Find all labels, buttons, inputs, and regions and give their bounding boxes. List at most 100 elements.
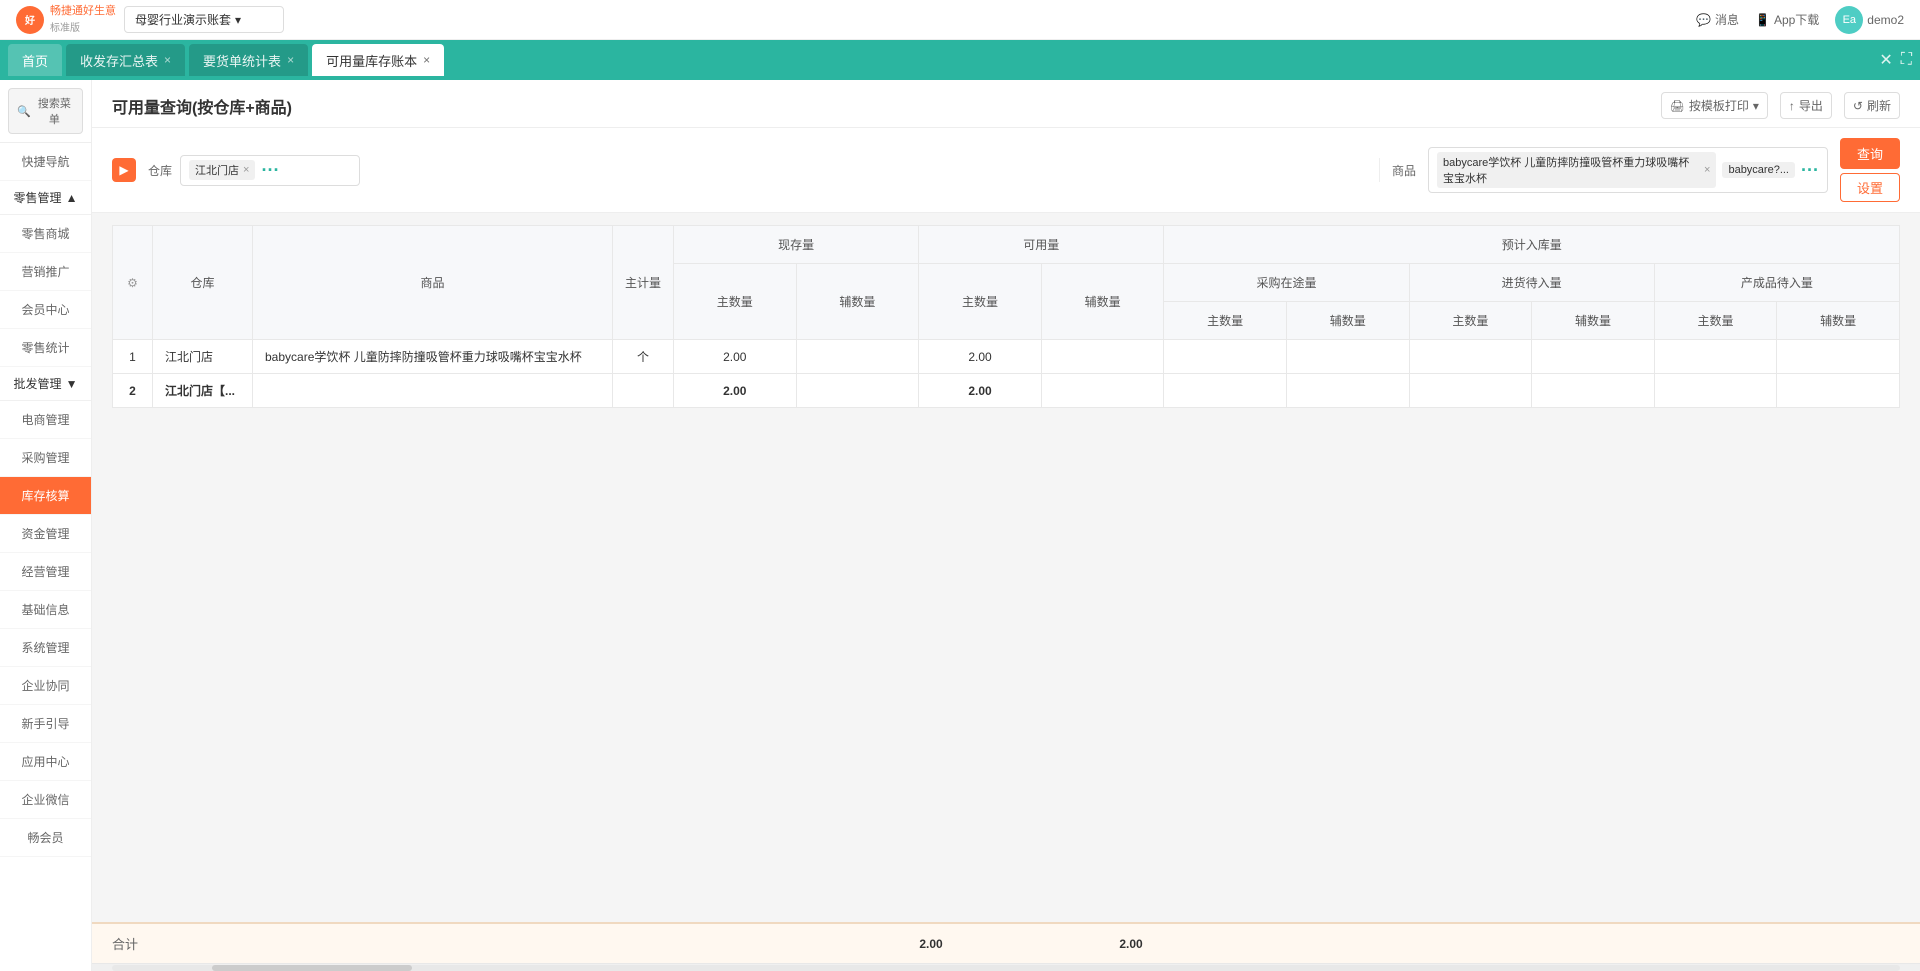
- tab-available-close[interactable]: ×: [423, 53, 430, 67]
- sidebar-marketing-label: 营销推广: [21, 265, 69, 279]
- sidebar-wholesale-label: 批发管理: [14, 375, 62, 392]
- footer-values: 2.00 2.00: [242, 937, 1900, 951]
- table-header-stock-aux: 辅数量: [796, 264, 919, 340]
- sidebar-item-basic-info[interactable]: 基础信息: [0, 591, 91, 629]
- tab-available-label: 可用量库存账本: [326, 51, 417, 70]
- tab-receivable-close[interactable]: ×: [164, 53, 171, 67]
- settings-btn[interactable]: 设置: [1840, 173, 1900, 202]
- nav-tabs: 首页 收发存汇总表 × 要货单统计表 × 可用量库存账本 × ✕ ⛶: [0, 40, 1920, 80]
- sidebar-item-member-center[interactable]: 会员中心: [0, 291, 91, 329]
- sidebar-item-system[interactable]: 系统管理: [0, 629, 91, 667]
- search-menu-btn[interactable]: 🔍 搜索菜单: [8, 88, 83, 134]
- query-btn[interactable]: 查询: [1840, 138, 1900, 169]
- table-header-avail-main: 主数量: [919, 264, 1042, 340]
- refresh-label: 刷新: [1867, 97, 1891, 114]
- product-tag-2: babycare?...: [1722, 162, 1795, 178]
- product-tag-1-close[interactable]: ×: [1704, 164, 1710, 176]
- page-header-actions: 🖨 按模板打印 ▾ ↑ 导出 ↺ 刷新: [1661, 92, 1900, 119]
- sidebar-item-quick-nav[interactable]: 快捷导航: [0, 143, 91, 181]
- filter-expand-btn[interactable]: ▶: [112, 158, 136, 182]
- warehouse-filter-more[interactable]: ···: [261, 160, 279, 181]
- export-label: 导出: [1799, 97, 1823, 114]
- sidebar-system-label: 系统管理: [21, 641, 69, 655]
- sidebar-item-retail-mall[interactable]: 零售商城: [0, 215, 91, 253]
- sidebar-item-enterprise-wechat[interactable]: 企业微信: [0, 781, 91, 819]
- table-header-product: 商品: [253, 226, 613, 340]
- export-btn[interactable]: ↑ 导出: [1780, 92, 1832, 119]
- row-purchase-main: [1164, 374, 1287, 408]
- logo-text: 畅捷通好生意: [50, 5, 116, 18]
- table-header-purchase-main: 主数量: [1164, 302, 1287, 340]
- row-product-main: [1654, 340, 1777, 374]
- sidebar-item-marketing[interactable]: 营销推广: [0, 253, 91, 291]
- phone-icon: 📱: [1755, 13, 1770, 27]
- table-col-settings[interactable]: ⚙: [113, 226, 153, 340]
- app-download-btn[interactable]: 📱 App下载: [1755, 11, 1819, 28]
- chevron-down-icon: ▾: [235, 13, 241, 27]
- close-all-tabs-btn[interactable]: ✕: [1879, 50, 1892, 70]
- footer-stock-main: 2.00: [871, 937, 991, 951]
- sidebar-item-wholesale-management[interactable]: 批发管理 ▼: [0, 367, 91, 401]
- horizontal-scrollbar[interactable]: [92, 963, 1920, 971]
- tab-order-label: 要货单统计表: [203, 51, 281, 70]
- industry-label: 母婴行业演示账套: [135, 11, 231, 28]
- table-header-inbound-pending: 进货待入量: [1409, 264, 1654, 302]
- print-template-btn[interactable]: 🖨 按模板打印 ▾: [1661, 92, 1768, 119]
- table-header-warehouse: 仓库: [153, 226, 253, 340]
- sidebar-search-area: 🔍 搜索菜单: [0, 80, 91, 143]
- sidebar-vip-label: 畅会员: [27, 831, 63, 845]
- sidebar-item-retail-stats[interactable]: 零售统计: [0, 329, 91, 367]
- export-icon: ↑: [1789, 99, 1795, 113]
- user-initials: Ea: [1843, 14, 1856, 26]
- table-header-product-main: 主数量: [1654, 302, 1777, 340]
- row-stock-main: 2.00: [674, 374, 797, 408]
- refresh-btn[interactable]: ↺ 刷新: [1844, 92, 1900, 119]
- tab-available-inventory[interactable]: 可用量库存账本 ×: [312, 44, 444, 76]
- scroll-thumb[interactable]: [212, 965, 412, 971]
- tab-order-stats[interactable]: 要货单统计表 ×: [189, 44, 308, 76]
- table-row: 2 江北门店【... 2.00 2.00: [113, 374, 1900, 408]
- sidebar-item-inventory[interactable]: 库存核算: [0, 477, 91, 515]
- warehouse-filter-group: 仓库 江北门店 × ···: [148, 155, 1367, 186]
- product-filter-more[interactable]: ···: [1801, 160, 1819, 181]
- fullscreen-btn[interactable]: ⛶: [1901, 51, 1912, 69]
- sidebar-item-ecommerce[interactable]: 电商管理: [0, 401, 91, 439]
- message-icon: 💬: [1696, 13, 1711, 27]
- page-title: 可用量查询(按仓库+商品): [112, 94, 292, 118]
- nav-right-buttons: ✕ ⛶: [1879, 50, 1912, 70]
- table-header-main-unit: 主计量: [613, 226, 674, 340]
- row-purchase-aux: [1286, 340, 1409, 374]
- table-body: 1 江北门店 babycare学饮杯 儿童防摔防撞吸管杯重力球吸嘴杯宝宝水杯 个…: [113, 340, 1900, 408]
- warehouse-tag-close[interactable]: ×: [243, 164, 249, 176]
- user-profile[interactable]: Ea demo2: [1835, 6, 1904, 34]
- sidebar-item-finance[interactable]: 资金管理: [0, 515, 91, 553]
- top-header-right: 💬 消息 📱 App下载 Ea demo2: [1696, 6, 1904, 34]
- filter-bar: ▶ 仓库 江北门店 × ··· 商品 babycare学饮杯 儿童防摔防撞吸管杯…: [92, 128, 1920, 213]
- row-stock-aux: [796, 374, 919, 408]
- sidebar-item-app-center[interactable]: 应用中心: [0, 743, 91, 781]
- product-filter-label: 商品: [1392, 162, 1416, 179]
- sidebar-item-operations[interactable]: 经营管理: [0, 553, 91, 591]
- sidebar-item-enterprise-collab[interactable]: 企业协同: [0, 667, 91, 705]
- sidebar-enterprise-wechat-label: 企业微信: [21, 793, 69, 807]
- row-purchase-aux: [1286, 374, 1409, 408]
- industry-selector[interactable]: 母婴行业演示账套 ▾: [124, 6, 284, 33]
- sidebar-item-newbie-guide[interactable]: 新手引导: [0, 705, 91, 743]
- table-row: 1 江北门店 babycare学饮杯 儿童防摔防撞吸管杯重力球吸嘴杯宝宝水杯 个…: [113, 340, 1900, 374]
- sidebar-item-vip[interactable]: 畅会员: [0, 819, 91, 857]
- sidebar-item-retail-management[interactable]: 零售管理 ▲: [0, 181, 91, 215]
- tab-receivable-label: 收发存汇总表: [80, 51, 158, 70]
- warehouse-filter-input[interactable]: 江北门店 × ···: [180, 155, 360, 186]
- tab-receivable-summary[interactable]: 收发存汇总表 ×: [66, 44, 185, 76]
- tab-home[interactable]: 首页: [8, 44, 62, 76]
- table-header-inbound-main: 主数量: [1409, 302, 1532, 340]
- row-inbound-aux: [1532, 374, 1655, 408]
- table-header-purchase-aux: 辅数量: [1286, 302, 1409, 340]
- product-filter-input[interactable]: babycare学饮杯 儿童防摔防撞吸管杯重力球吸嘴杯宝宝水杯 × babyca…: [1428, 147, 1828, 193]
- sidebar-retail-mall-label: 零售商城: [21, 227, 69, 241]
- message-btn[interactable]: 💬 消息: [1696, 11, 1739, 28]
- refresh-icon: ↺: [1853, 99, 1863, 113]
- tab-order-close[interactable]: ×: [287, 53, 294, 67]
- sidebar-item-purchase[interactable]: 采购管理: [0, 439, 91, 477]
- logo-icon: 好: [16, 6, 44, 34]
